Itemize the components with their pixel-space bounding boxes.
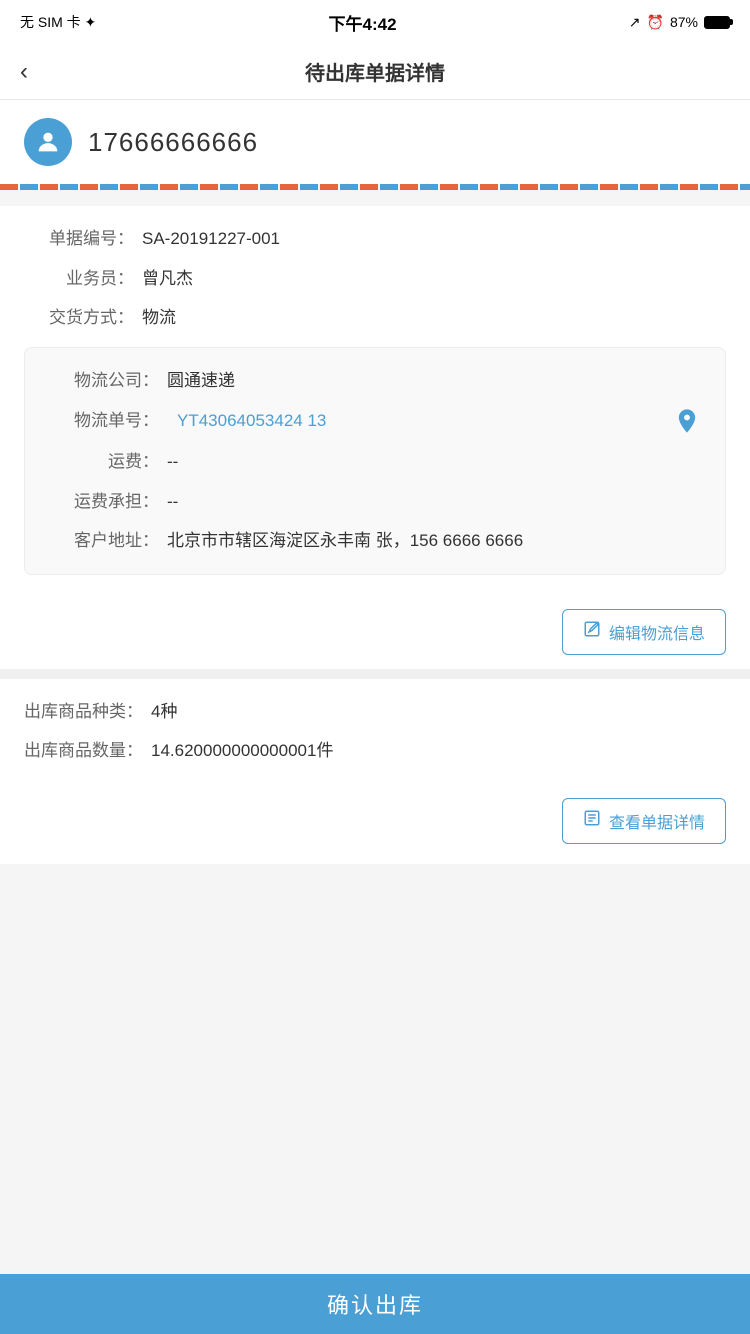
nav-bar: ‹ 待出库单据详情 [0,44,750,100]
tracking-label: 物流单号： [49,408,159,434]
product-type-value: 4种 [151,699,726,725]
confirm-button-area[interactable]: 确认出库 [0,1274,750,1334]
logistics-company-value: 圆通速递 [167,368,701,394]
battery-percent: 87% [670,14,698,30]
customer-row: 17666666666 [0,100,750,184]
sales-person-label: 业务员： [24,266,134,292]
freight-row: 运费： -- [49,449,701,475]
freight-label: 运费： [49,449,159,475]
edit-logistics-button[interactable]: 编辑物流信息 [562,609,726,655]
product-type-row: 出库商品种类： 4种 [24,699,726,725]
edit-icon [583,620,601,643]
sales-person-value: 曾凡杰 [142,266,726,292]
address-value: 北京市市辖区海淀区永丰南 张，156 6666 6666 [167,528,701,554]
view-detail-label: 查看单据详情 [609,809,705,833]
back-button[interactable]: ‹ [20,50,36,94]
product-quantity-row: 出库商品数量： 14.620000000000001件 [24,738,726,764]
logistics-card: 物流公司： 圆通速递 物流单号： YT43064053424 13 运费： --… [24,347,726,575]
status-time: 下午4:42 [329,10,397,35]
product-quantity-value: 14.620000000000001件 [151,738,726,764]
delivery-method-row: 交货方式： 物流 [24,305,726,331]
freight-bearer-value: -- [167,489,701,515]
view-detail-button[interactable]: 查看单据详情 [562,798,726,844]
freight-bearer-label: 运费承担： [49,489,159,515]
status-left: 无 SIM 卡 ✦ [20,12,96,32]
logistics-company-row: 物流公司： 圆通速递 [49,368,701,394]
list-icon [583,809,601,832]
order-info-section: 单据编号： SA-20191227-001 业务员： 曾凡杰 交货方式： 物流 … [0,206,750,595]
freight-value: -- [167,449,701,475]
confirm-button-label: 确认出库 [327,1293,423,1318]
dashed-separator [0,184,750,190]
product-quantity-label: 出库商品数量： [24,738,143,764]
battery-icon [704,16,730,29]
alarm-icon: ⏰ [647,14,664,31]
freight-bearer-row: 运费承担： -- [49,489,701,515]
location-icon: ↗ [629,14,641,31]
customer-phone: 17666666666 [88,127,258,158]
location-pin-icon[interactable] [673,407,701,435]
bottom-spacer [0,864,750,984]
logistics-company-label: 物流公司： [49,368,159,394]
status-bar: 无 SIM 卡 ✦ 下午4:42 ↗ ⏰ 87% [0,0,750,44]
sales-person-row: 业务员： 曾凡杰 [24,266,726,292]
edit-logistics-area: 编辑物流信息 [0,595,750,669]
order-number-row: 单据编号： SA-20191227-001 [24,226,726,252]
tracking-number-row: 物流单号： YT43064053424 13 [49,407,701,435]
delivery-method-label: 交货方式： [24,305,134,331]
address-label: 客户地址： [49,528,159,554]
page-title: 待出库单据详情 [305,57,445,86]
tracking-number-value: YT43064053424 13 [177,408,663,434]
order-number-label: 单据编号： [24,226,134,252]
address-row: 客户地址： 北京市市辖区海淀区永丰南 张，156 6666 6666 [49,528,701,554]
delivery-method-value: 物流 [142,305,726,331]
product-type-label: 出库商品种类： [24,699,143,725]
person-icon [34,128,62,156]
avatar [24,118,72,166]
view-detail-area: 查看单据详情 [0,784,750,864]
product-section: 出库商品种类： 4种 出库商品数量： 14.620000000000001件 [0,679,750,784]
status-right: ↗ ⏰ 87% [629,14,730,31]
order-number-value: SA-20191227-001 [142,226,726,252]
edit-logistics-label: 编辑物流信息 [609,620,705,644]
section-divider [0,669,750,679]
